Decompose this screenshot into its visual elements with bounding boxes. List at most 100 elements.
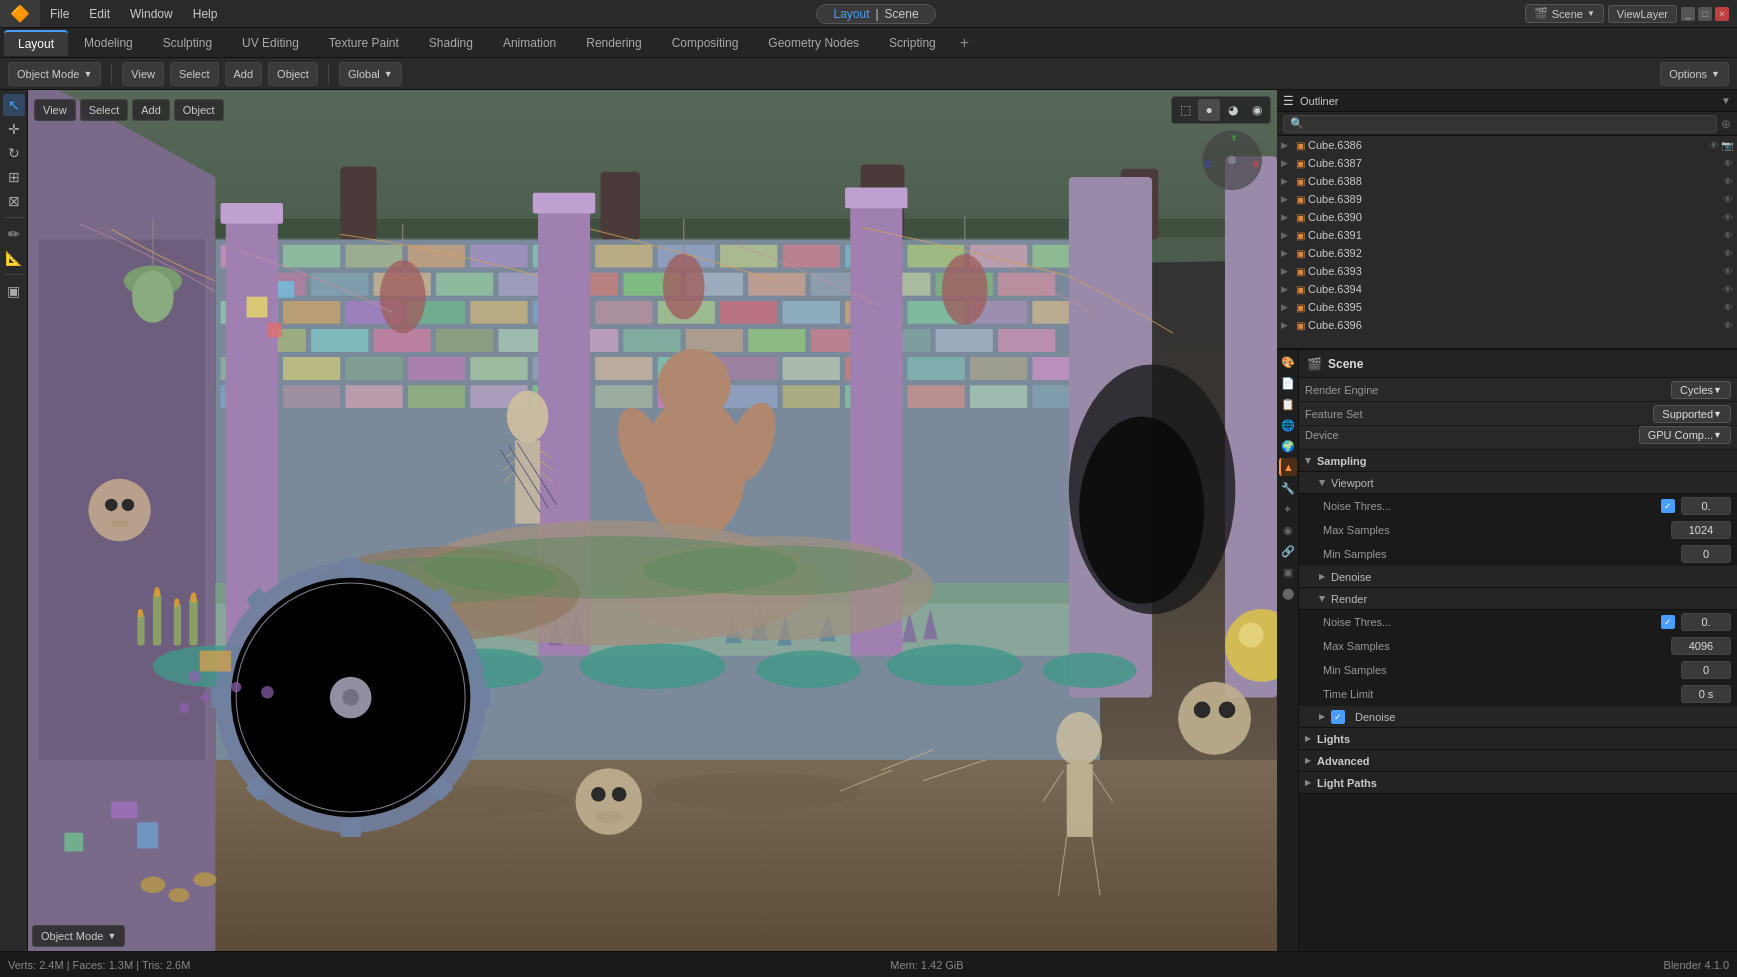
light-paths-section-header[interactable]: ▶ Light Paths: [1299, 772, 1737, 794]
sampling-section-header[interactable]: ▶ Sampling: [1299, 450, 1737, 472]
tool-annotate[interactable]: ✏: [3, 223, 25, 245]
visibility-icon-1[interactable]: 👁: [1723, 158, 1733, 169]
transform-global[interactable]: Global ▼: [339, 62, 402, 86]
tab-scripting[interactable]: Scripting: [875, 30, 950, 56]
outliner-item-9[interactable]: ▶ ▣ Cube.6395 👁: [1277, 298, 1737, 316]
options-button[interactable]: Options ▼: [1660, 62, 1729, 86]
add-workspace-button[interactable]: +: [952, 30, 977, 56]
add-menu[interactable]: Add: [225, 62, 263, 86]
object-menu[interactable]: Object: [268, 62, 318, 86]
viewport-view-selector[interactable]: View: [34, 99, 76, 121]
tab-shading[interactable]: Shading: [415, 30, 487, 56]
advanced-section-header[interactable]: ▶ Advanced: [1299, 750, 1737, 772]
menu-edit[interactable]: Edit: [79, 0, 120, 27]
visibility-icon-8[interactable]: 👁: [1723, 284, 1733, 295]
prop-physics-icon[interactable]: ◉: [1279, 521, 1297, 539]
mode-selector[interactable]: Object Mode ▼: [8, 62, 101, 86]
prop-constraints-icon[interactable]: 🔗: [1279, 542, 1297, 560]
visibility-icon-10[interactable]: 👁: [1723, 320, 1733, 331]
render-noise-value[interactable]: 0.: [1681, 613, 1731, 631]
material-preview-btn[interactable]: ◕: [1222, 99, 1244, 121]
denoise2-section-header[interactable]: ▶ Denoise: [1299, 706, 1737, 728]
device-dropdown[interactable]: GPU Comp... ▼: [1639, 426, 1731, 444]
tab-texture-paint[interactable]: Texture Paint: [315, 30, 413, 56]
object-btn[interactable]: Object: [174, 99, 224, 121]
outliner-filter[interactable]: ⊕: [1721, 117, 1731, 131]
denoise-section-header[interactable]: ▶ Denoise: [1299, 566, 1737, 588]
viewport-min-samples-value[interactable]: 0: [1681, 545, 1731, 563]
visibility-icon-5[interactable]: 👁: [1723, 230, 1733, 241]
outliner-item-3[interactable]: ▶ ▣ Cube.6389 👁: [1277, 190, 1737, 208]
tool-add-cube[interactable]: ▣: [3, 280, 25, 302]
menu-help[interactable]: Help: [183, 0, 228, 27]
render-min-samples-value[interactable]: 0: [1681, 661, 1731, 679]
tab-compositing[interactable]: Compositing: [658, 30, 753, 56]
tool-scale[interactable]: ⊞: [3, 166, 25, 188]
render-time-value[interactable]: 0 s: [1681, 685, 1731, 703]
tool-rotate[interactable]: ↻: [3, 142, 25, 164]
tool-measure[interactable]: 📐: [3, 247, 25, 269]
render-subsection-header[interactable]: ▶ Render: [1299, 588, 1737, 610]
render-noise-checkbox[interactable]: [1661, 615, 1675, 629]
outliner-item-1[interactable]: ▶ ▣ Cube.6387 👁: [1277, 154, 1737, 172]
wireframe-btn[interactable]: ⬚: [1174, 99, 1196, 121]
menu-window[interactable]: Window: [120, 0, 183, 27]
mode-display[interactable]: Object Mode ▼: [32, 925, 125, 947]
window-controls[interactable]: _ □ ×: [1681, 7, 1729, 21]
outliner-item-8[interactable]: ▶ ▣ Cube.6394 👁: [1277, 280, 1737, 298]
visibility-icon-6[interactable]: 👁: [1723, 248, 1733, 259]
outliner-item-4[interactable]: ▶ ▣ Cube.6390 👁: [1277, 208, 1737, 226]
outliner-item-2[interactable]: ▶ ▣ Cube.6388 👁: [1277, 172, 1737, 190]
tab-layout[interactable]: Layout: [4, 30, 68, 56]
viewport-max-samples-value[interactable]: 1024: [1671, 521, 1731, 539]
prop-data-icon[interactable]: ▣: [1279, 563, 1297, 581]
prop-material-icon[interactable]: ⬤: [1279, 584, 1297, 602]
tab-geometry-nodes[interactable]: Geometry Nodes: [754, 30, 873, 56]
prop-render-icon[interactable]: 🎨: [1279, 353, 1297, 371]
prop-object-icon[interactable]: ▲: [1279, 458, 1297, 476]
workspace-layout-tab[interactable]: Layout: [833, 7, 869, 21]
render-engine-dropdown[interactable]: Cycles ▼: [1671, 381, 1731, 399]
tab-rendering[interactable]: Rendering: [572, 30, 655, 56]
denoise2-checkbox[interactable]: [1331, 710, 1345, 724]
tab-sculpting[interactable]: Sculpting: [149, 30, 226, 56]
visibility-icon-0[interactable]: 👁: [1709, 140, 1719, 151]
feature-set-dropdown[interactable]: Supported ▼: [1653, 405, 1731, 423]
solid-btn[interactable]: ●: [1198, 99, 1220, 121]
scene-selector[interactable]: 🎬 Scene ▼: [1525, 4, 1604, 23]
tool-cursor[interactable]: ↖: [3, 94, 25, 116]
visibility-icon-3[interactable]: 👁: [1723, 194, 1733, 205]
prop-particles-icon[interactable]: ✦: [1279, 500, 1297, 518]
tab-uv-editing[interactable]: UV Editing: [228, 30, 313, 56]
visibility-icon-9[interactable]: 👁: [1723, 302, 1733, 313]
view-menu[interactable]: View: [122, 62, 164, 86]
3d-viewport[interactable]: View Select Add Object ⬚ ● ◕ ◉ X Y Z: [28, 90, 1277, 951]
visibility-icon-7[interactable]: 👁: [1723, 266, 1733, 277]
select-menu[interactable]: Select: [170, 62, 219, 86]
visibility-icon-2[interactable]: 👁: [1723, 176, 1733, 187]
blender-logo[interactable]: 🔶: [0, 0, 40, 27]
render-icon-0[interactable]: 📷: [1721, 140, 1733, 151]
view-layer-selector[interactable]: ViewLayer: [1608, 5, 1677, 23]
outliner-search[interactable]: 🔍: [1283, 115, 1717, 133]
viewport-noise-value[interactable]: 0.: [1681, 497, 1731, 515]
outliner-item-10[interactable]: ▶ ▣ Cube.6396 👁: [1277, 316, 1737, 334]
prop-world-icon[interactable]: 🌍: [1279, 437, 1297, 455]
tab-modeling[interactable]: Modeling: [70, 30, 147, 56]
tool-move[interactable]: ✛: [3, 118, 25, 140]
prop-modifier-icon[interactable]: 🔧: [1279, 479, 1297, 497]
viewport-noise-checkbox[interactable]: [1661, 499, 1675, 513]
menu-file[interactable]: File: [40, 0, 79, 27]
outliner-item-5[interactable]: ▶ ▣ Cube.6391 👁: [1277, 226, 1737, 244]
select-btn[interactable]: Select: [80, 99, 129, 121]
outliner-item-6[interactable]: ▶ ▣ Cube.6392 👁: [1277, 244, 1737, 262]
tool-transform[interactable]: ⊠: [3, 190, 25, 212]
prop-scene-icon[interactable]: 🌐: [1279, 416, 1297, 434]
navigation-gizmo[interactable]: X Y Z: [1197, 125, 1267, 195]
add-btn[interactable]: Add: [132, 99, 170, 121]
prop-view-layer-icon[interactable]: 📋: [1279, 395, 1297, 413]
lights-section-header[interactable]: ▶ Lights: [1299, 728, 1737, 750]
outliner-display-mode[interactable]: ▼: [1721, 95, 1731, 106]
tab-animation[interactable]: Animation: [489, 30, 570, 56]
prop-output-icon[interactable]: 📄: [1279, 374, 1297, 392]
